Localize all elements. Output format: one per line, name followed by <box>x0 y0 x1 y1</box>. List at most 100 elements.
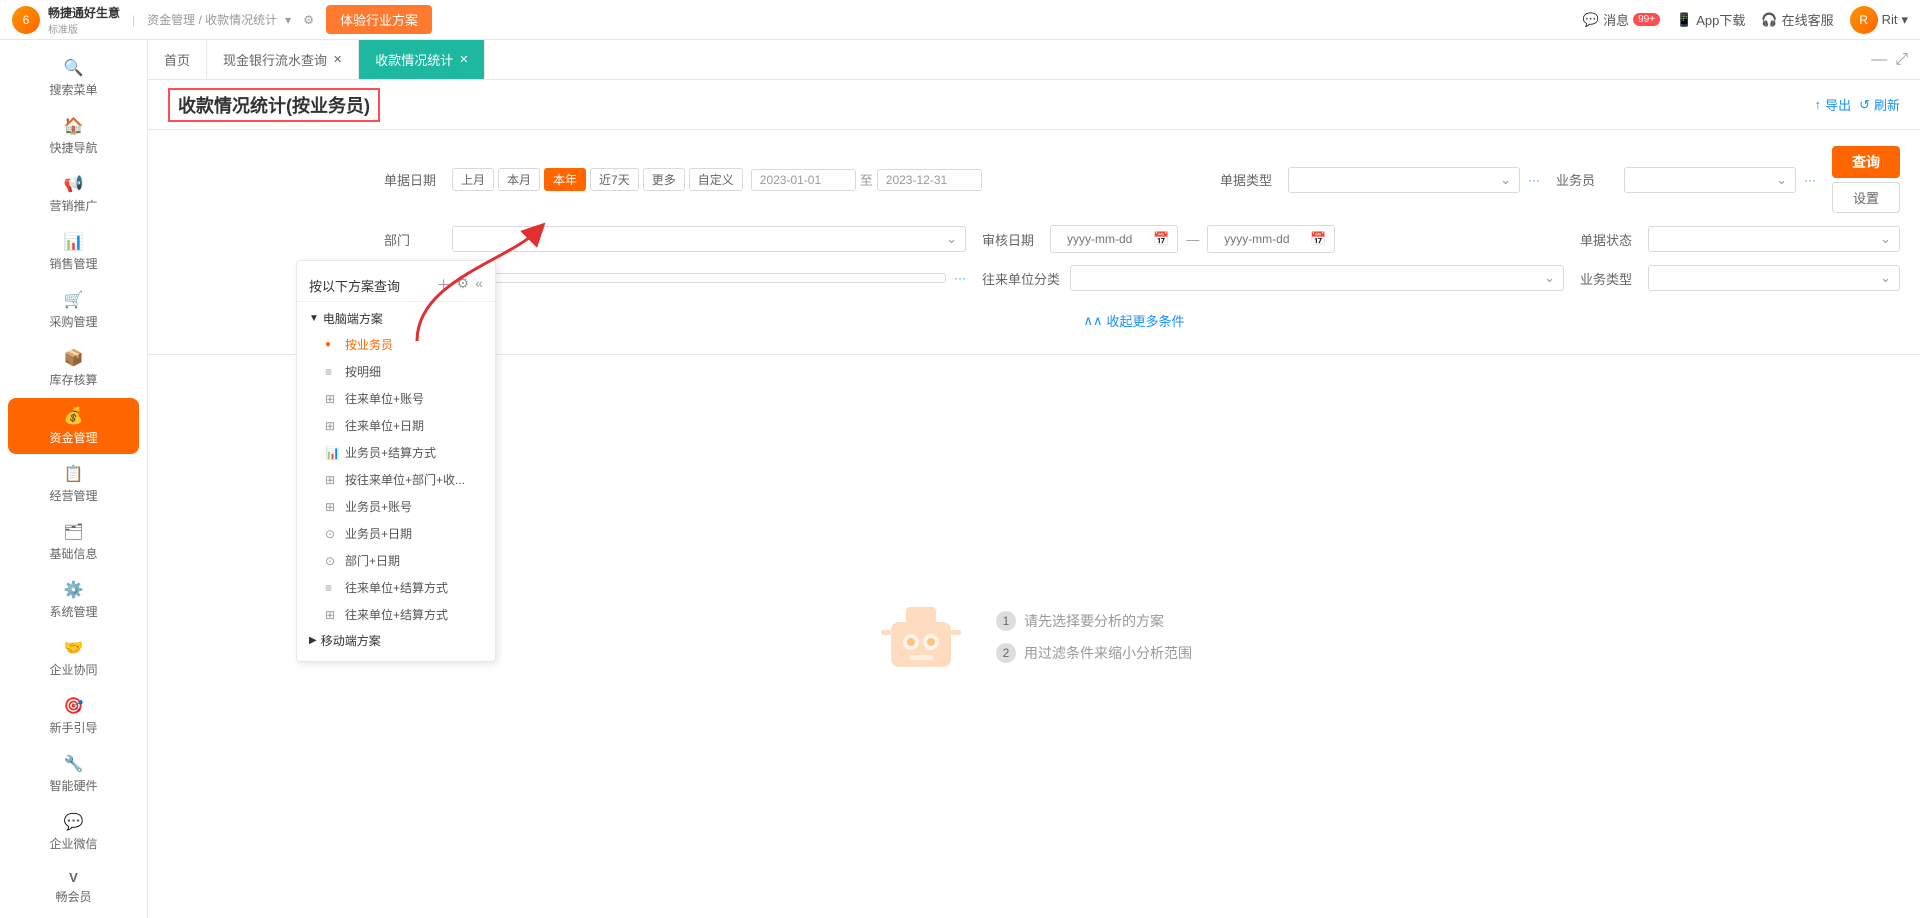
sidebar-item-search-menu[interactable]: 🔍 搜索菜单 <box>8 50 139 106</box>
sidebar-item-quick-nav[interactable]: 🏠 快捷导航 <box>8 108 139 164</box>
pc-scheme-group: ▼ 电脑端方案 ● 按业务员 ≡ 按明细 ⊞ 往来单位+账号 <box>297 306 495 628</box>
scheme-partner-account[interactable]: ⊞ 往来单位+账号 <box>301 385 491 412</box>
partner-category-field: 往来单位分类 ⌄ <box>982 265 1564 291</box>
service-icon: 🎧 <box>1761 12 1777 28</box>
partner-select[interactable] <box>452 273 946 283</box>
user-menu[interactable]: R Rit ▾ <box>1850 6 1908 34</box>
sidebar-item-marketing[interactable]: 📢 营销推广 <box>8 166 139 222</box>
export-button[interactable]: ↑ 导出 <box>1815 95 1852 114</box>
app-download-btn[interactable]: 📱 App下载 <box>1676 10 1745 29</box>
audit-date-end-input[interactable] <box>1216 229 1306 249</box>
mobile-scheme-group: ▶ 移动端方案 <box>297 628 495 653</box>
scheme-partner-dept[interactable]: ⊞ 按往来单位+部门+收... <box>301 466 491 493</box>
scheme-salesman-account[interactable]: ⊞ 业务员+账号 <box>301 493 491 520</box>
dropdown-icon[interactable]: ▾ <box>285 13 291 27</box>
panel-settings-btn[interactable]: ⚙ <box>457 275 470 295</box>
mobile-group-expand-icon: ▶ <box>309 635 317 646</box>
refresh-label: 刷新 <box>1874 95 1900 114</box>
audit-date-field: 审核日期 📅 — 📅 <box>982 225 1564 253</box>
sidebar-item-wechat[interactable]: 💬 企业微信 <box>8 804 139 860</box>
date-btn-last-month[interactable]: 上月 <box>452 168 494 191</box>
tab-minimize-btn[interactable]: — <box>1871 51 1887 69</box>
scheme-partner-settle2[interactable]: ⊞ 往来单位+结算方式 <box>301 601 491 628</box>
date-start-input[interactable] <box>751 169 856 191</box>
doc-status-select[interactable]: ⌄ <box>1648 226 1900 252</box>
dept-field: 部门 ⌄ <box>384 226 966 252</box>
voucher-type-field: 单据类型 ⌄ ··· <box>1220 167 1540 193</box>
scheme-icon-ps: ≡ <box>325 581 339 595</box>
scheme-by-salesman[interactable]: ● 按业务员 <box>301 331 491 358</box>
tab-maximize-btn[interactable]: ⤢ <box>1895 51 1908 69</box>
refresh-button[interactable]: ↺ 刷新 <box>1859 95 1900 114</box>
biz-type-select[interactable]: ⌄ <box>1648 265 1900 291</box>
sidebar-item-sales[interactable]: 📊 销售管理 <box>8 224 139 280</box>
audit-date-start-input[interactable] <box>1059 229 1149 249</box>
bank-flow-tab-close[interactable]: ✕ <box>333 53 342 66</box>
scheme-partner-settle[interactable]: ≡ 往来单位+结算方式 <box>301 574 491 601</box>
messages-btn[interactable]: 💬 消息 99+ <box>1583 10 1660 29</box>
sidebar-item-inventory[interactable]: 📦 库存核算 <box>8 340 139 396</box>
sidebar-item-member[interactable]: V 畅会员 <box>8 862 139 913</box>
date-end-input[interactable] <box>877 169 982 191</box>
scheme-icon-ss: 📊 <box>325 446 339 460</box>
query-btn-group: 查询 设置 <box>1832 146 1900 213</box>
voucher-type-select[interactable]: ⌄ <box>1288 167 1520 193</box>
sidebar-item-basic-info[interactable]: 🗂 基础信息 <box>8 514 139 570</box>
sidebar: 🔍 搜索菜单 🏠 快捷导航 📢 营销推广 📊 销售管理 🛒 采购管理 📦 <box>0 40 148 918</box>
query-button[interactable]: 查询 <box>1832 146 1900 178</box>
sidebar-item-enterprise[interactable]: 🤝 企业协同 <box>8 630 139 686</box>
biz-type-dropdown-icon: ⌄ <box>1880 270 1891 286</box>
export-label: 导出 <box>1825 95 1851 114</box>
empty-tips: 1 请先选择要分析的方案 2 用过滤条件来缩小分析范围 <box>996 611 1192 663</box>
settings-icon[interactable]: ⚙ <box>303 13 314 27</box>
scheme-icon-pdr: ⊞ <box>325 473 339 487</box>
scheme-panel: 按以下方案查询 ＋ ⚙ « <box>296 260 496 662</box>
tab-receipt-stats[interactable]: 收款情况统计 ✕ <box>359 40 485 79</box>
voucher-type-more-btn[interactable]: ··· <box>1528 173 1540 187</box>
sidebar-item-hardware[interactable]: 🔧 智能硬件 <box>8 746 139 802</box>
settings-button[interactable]: 设置 <box>1832 182 1900 213</box>
page-title: 收款情况统计(按业务员) <box>168 88 380 122</box>
sidebar-item-system[interactable]: ⚙️ 系统管理 <box>8 572 139 628</box>
scheme-label-ss: 业务员+结算方式 <box>345 444 436 461</box>
date-btn-7days[interactable]: 近7天 <box>590 168 639 191</box>
calendar-icon-start[interactable]: 📅 <box>1153 231 1169 247</box>
scheme-dept-date[interactable]: ⊙ 部门+日期 <box>301 547 491 574</box>
sidebar-item-purchase[interactable]: 🛒 采购管理 <box>8 282 139 338</box>
scheme-icon-dd: ⊙ <box>325 554 339 568</box>
collapse-more-btn[interactable]: ∧∧ 收起更多条件 <box>368 303 1900 338</box>
tab-home[interactable]: 首页 <box>148 40 207 79</box>
partner-more-btn[interactable]: ··· <box>954 271 966 285</box>
date-btn-this-year[interactable]: 本年 <box>544 168 586 191</box>
sidebar-item-operations[interactable]: 📋 经营管理 <box>8 456 139 512</box>
voucher-type-label: 单据类型 <box>1220 170 1280 189</box>
sidebar-item-finance[interactable]: 💰 资金管理 <box>8 398 139 454</box>
scheme-partner-date[interactable]: ⊞ 往来单位+日期 <box>301 412 491 439</box>
online-service-btn[interactable]: 🎧 在线客服 <box>1761 10 1833 29</box>
pc-group-expand-icon: ▼ <box>309 313 319 324</box>
panel-collapse-btn[interactable]: « <box>475 275 483 295</box>
panel-add-btn[interactable]: ＋ <box>437 275 451 295</box>
pc-group-header[interactable]: ▼ 电脑端方案 <box>301 306 491 331</box>
calendar-icon-end[interactable]: 📅 <box>1310 231 1326 247</box>
empty-robot-icon <box>876 592 966 682</box>
date-btn-custom[interactable]: 自定义 <box>689 168 743 191</box>
mobile-group-header[interactable]: ▶ 移动端方案 <box>301 628 491 653</box>
scheme-salesman-settle[interactable]: 📊 业务员+结算方式 <box>301 439 491 466</box>
date-btn-more[interactable]: 更多 <box>643 168 685 191</box>
search-menu-icon: 🔍 <box>64 58 84 78</box>
dept-select[interactable]: ⌄ <box>452 226 966 252</box>
salesman-more-btn[interactable]: ··· <box>1804 173 1816 187</box>
scheme-salesman-date[interactable]: ⊙ 业务员+日期 <box>301 520 491 547</box>
date-btn-this-month[interactable]: 本月 <box>498 168 540 191</box>
partner-category-dropdown-icon: ⌄ <box>1544 270 1555 286</box>
partner-category-select[interactable]: ⌄ <box>1070 265 1564 291</box>
receipt-stats-tab-close[interactable]: ✕ <box>459 53 468 66</box>
page-header: 收款情况统计(按业务员) ↑ 导出 ↺ 刷新 <box>148 80 1920 130</box>
sidebar-item-guide[interactable]: 🎯 新手引导 <box>8 688 139 744</box>
scheme-by-detail[interactable]: ≡ 按明细 <box>301 358 491 385</box>
trial-button[interactable]: 体验行业方案 <box>326 5 432 34</box>
tab-bank-flow[interactable]: 现金银行流水查询 ✕ <box>207 40 359 79</box>
tip-text-2: 用过滤条件来缩小分析范围 <box>1024 643 1192 663</box>
salesman-select[interactable]: ⌄ <box>1624 167 1796 193</box>
